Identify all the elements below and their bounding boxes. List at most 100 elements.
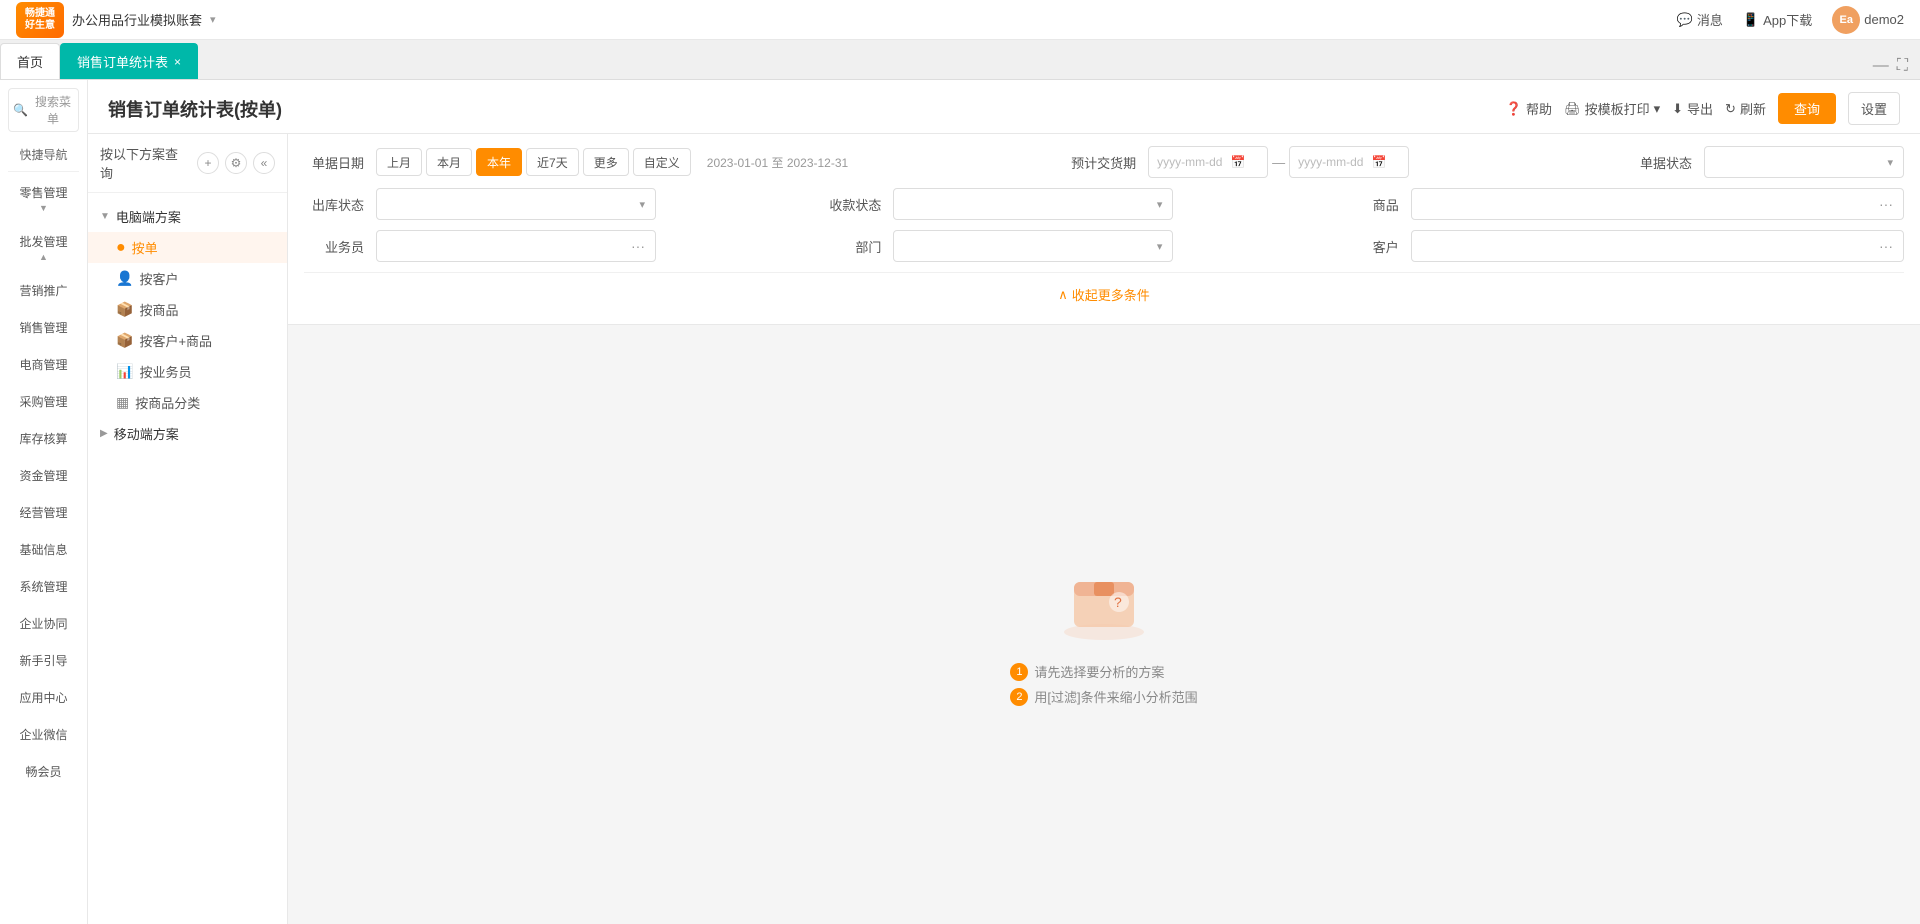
tree-group-desktop-header[interactable]: ▼ 电脑端方案 <box>88 201 287 232</box>
page-actions: ❓ 帮助 🖨 按模板打印 ▾ ⬇ 导出 ↻ 刷新 查询 设置 <box>1506 92 1900 125</box>
tree-item-by-goods-category[interactable]: ▦ 按商品分类 <box>88 387 287 418</box>
calendar-icon-to: 📅 <box>1371 155 1386 169</box>
expected-date-to[interactable]: yyyy-mm-dd 📅 <box>1289 146 1409 178</box>
content: 销售订单统计表(按单) ❓ 帮助 🖨 按模板打印 ▾ ⬇ 导出 ↻ 刷新 <box>88 80 1920 924</box>
query-button[interactable]: 查询 <box>1778 93 1836 124</box>
tab-close-icon[interactable]: × <box>174 55 181 69</box>
help-button[interactable]: ❓ 帮助 <box>1506 99 1552 118</box>
date-pill-this-month[interactable]: 本月 <box>426 148 472 176</box>
sidebar-item-label: 采购管理 <box>19 393 67 410</box>
export-icon: ⬇ <box>1672 101 1683 117</box>
avatar: Ea <box>1832 6 1860 34</box>
refresh-icon: ↻ <box>1725 101 1736 117</box>
sidebar-item-wholesale[interactable]: 批发管理 ▲ <box>0 223 87 272</box>
app-download-button[interactable]: 📱 App下载 <box>1743 10 1812 29</box>
refresh-button[interactable]: ↻ 刷新 <box>1725 99 1766 118</box>
sidebar-expand-icon-retail: ▼ <box>39 203 48 213</box>
department-select[interactable]: ▾ <box>893 230 1173 262</box>
customer-select[interactable]: ··· <box>1411 230 1904 262</box>
date-pills: 上月 本月 本年 近7天 更多 自定义 <box>376 148 691 176</box>
date-range-text: 2023-01-01 至 2023-12-31 <box>707 154 848 171</box>
sidebar-item-marketing[interactable]: 营销推广 <box>0 272 87 309</box>
expected-date-from[interactable]: yyyy-mm-dd 📅 <box>1148 146 1268 178</box>
combo-icon: 📦 <box>116 332 133 349</box>
tree-item-by-goods[interactable]: 📦 按商品 <box>88 294 287 325</box>
tree-group-mobile-header[interactable]: ▶ 移动端方案 <box>88 418 287 449</box>
goods-label: 商品 <box>1339 195 1399 214</box>
date-pill-this-year[interactable]: 本年 <box>476 148 522 176</box>
search-menu-button[interactable]: 🔍 搜索菜单 <box>8 88 79 132</box>
tree-item-by-order[interactable]: ● 按单 <box>88 232 287 263</box>
tree-group-desktop: ▼ 电脑端方案 ● 按单 👤 按客户 📦 按 <box>88 201 287 418</box>
scheme-tree: ▼ 电脑端方案 ● 按单 👤 按客户 📦 按 <box>88 193 287 457</box>
tree-group-arrow-mobile: ▶ <box>100 428 108 439</box>
add-scheme-button[interactable]: + <box>197 152 219 174</box>
payment-status-select[interactable]: ▾ <box>893 188 1173 220</box>
sidebar-item-label: 资金管理 <box>19 467 67 484</box>
scheme-panel-header: 按以下方案查询 + ⚙ « <box>88 134 287 193</box>
sidebar-item-member[interactable]: 畅会员 <box>0 753 87 790</box>
date-pill-custom[interactable]: 自定义 <box>633 148 691 176</box>
goods-select[interactable]: ··· <box>1411 188 1904 220</box>
sidebar-item-label: 应用中心 <box>19 689 67 706</box>
tip-num-2: 2 <box>1010 688 1028 706</box>
date-pill-last-month[interactable]: 上月 <box>376 148 422 176</box>
tab-maximize-icon[interactable]: ⛶ <box>1897 57 1908 75</box>
goods-dots[interactable]: ··· <box>1879 196 1893 212</box>
date-pill-last-7-days[interactable]: 近7天 <box>526 148 579 176</box>
user-avatar-button[interactable]: Ea demo2 <box>1832 6 1904 34</box>
sidebar-item-operation[interactable]: 经营管理 <box>0 494 87 531</box>
sidebar-nav-shortcut[interactable]: 快捷导航 <box>0 140 87 169</box>
sidebar-item-label: 销售管理 <box>19 319 67 336</box>
sidebar-item-finance[interactable]: 资金管理 <box>0 457 87 494</box>
sidebar-item-newuser[interactable]: 新手引导 <box>0 642 87 679</box>
settings-scheme-button[interactable]: ⚙ <box>225 152 247 174</box>
topbar-title: 办公用品行业模拟账套 <box>72 10 202 29</box>
sidebar-expand-icon-wholesale: ▲ <box>39 252 48 262</box>
customer-dots[interactable]: ··· <box>1879 238 1893 254</box>
tree-item-by-salesperson[interactable]: 📊 按业务员 <box>88 356 287 387</box>
customer-label: 客户 <box>1339 237 1399 256</box>
svg-text:?: ? <box>1114 594 1122 610</box>
date-pill-more[interactable]: 更多 <box>583 148 629 176</box>
filter-row-2: 出库状态 ▾ 收款状态 ▾ 商品 <box>304 188 1904 220</box>
collapse-icon: ∧ <box>1058 287 1068 303</box>
sidebar-item-basic[interactable]: 基础信息 <box>0 531 87 568</box>
sidebar-search-area: 🔍 搜索菜单 <box>0 80 87 140</box>
sidebar-item-sales[interactable]: 销售管理 <box>0 309 87 346</box>
tab-sales-order-stat[interactable]: 销售订单统计表 × <box>60 43 198 79</box>
message-button[interactable]: 💬 消息 <box>1677 10 1723 29</box>
sidebar-item-system[interactable]: 系统管理 <box>0 568 87 605</box>
active-scheme-icon: ● <box>116 239 126 257</box>
filter-row-3: 业务员 ··· 部门 ▾ 客户 <box>304 230 1904 262</box>
ship-status-select[interactable]: ▾ <box>376 188 656 220</box>
tree-group-arrow-desktop: ▼ <box>100 211 110 222</box>
tip-num-1: 1 <box>1010 663 1028 681</box>
tree-item-by-customer[interactable]: 👤 按客户 <box>88 263 287 294</box>
expected-date-label: 预计交货期 <box>1071 153 1136 172</box>
scheme-panel: 按以下方案查询 + ⚙ « ▼ 电脑端方案 ● <box>88 134 288 924</box>
sidebar-item-appcenter[interactable]: 应用中心 <box>0 679 87 716</box>
empty-svg: ? <box>1044 537 1164 647</box>
sidebar-item-label: 基础信息 <box>19 541 67 558</box>
topbar-dropdown-icon[interactable]: ▾ <box>210 13 216 26</box>
sidebar-item-retail[interactable]: 零售管理 ▼ <box>0 174 87 223</box>
order-status-select[interactable]: ▾ <box>1704 146 1904 178</box>
settings-button[interactable]: 设置 <box>1848 92 1900 125</box>
collapse-panel-button[interactable]: « <box>253 152 275 174</box>
salesperson-dots[interactable]: ··· <box>631 238 645 254</box>
tab-home[interactable]: 首页 <box>0 43 60 79</box>
sidebar-item-purchase[interactable]: 采购管理 <box>0 383 87 420</box>
sidebar-item-corpwechat[interactable]: 企业微信 <box>0 716 87 753</box>
sidebar-item-ecommerce[interactable]: 电商管理 <box>0 346 87 383</box>
sidebar-item-enterprise[interactable]: 企业协同 <box>0 605 87 642</box>
tab-active-label: 销售订单统计表 <box>77 52 168 71</box>
tab-minimize-icon[interactable]: — <box>1873 57 1889 75</box>
export-button[interactable]: ⬇ 导出 <box>1672 99 1713 118</box>
collapse-filter-button[interactable]: ∧ 收起更多条件 <box>1050 277 1158 312</box>
salesperson-select[interactable]: ··· <box>376 230 656 262</box>
filter-area: 单据日期 上月 本月 本年 近7天 更多 自定义 2023-01-01 至 20… <box>288 134 1920 325</box>
tree-item-by-customer-goods[interactable]: 📦 按客户+商品 <box>88 325 287 356</box>
sidebar-item-inventory[interactable]: 库存核算 <box>0 420 87 457</box>
print-button[interactable]: 🖨 按模板打印 ▾ <box>1564 99 1660 118</box>
